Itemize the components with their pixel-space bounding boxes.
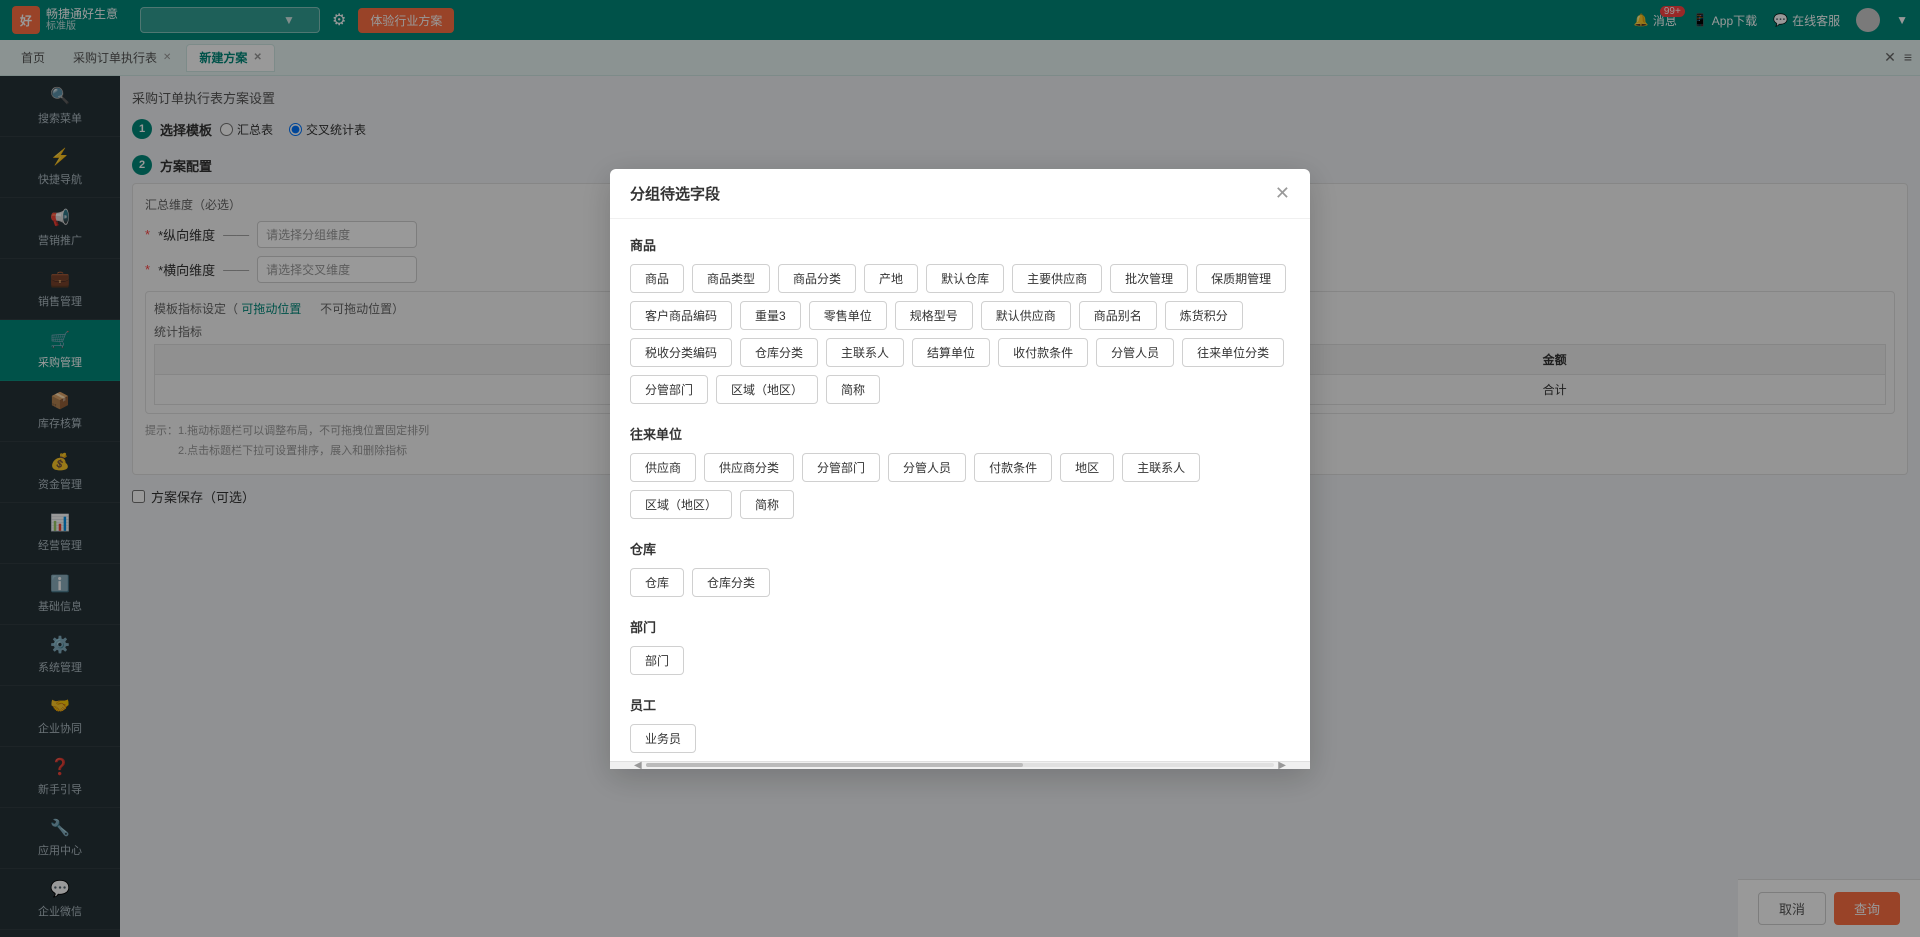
field-tag-0-21[interactable]: 往来单位分类 xyxy=(1182,338,1284,367)
field-tags-2: 仓库仓库分类 xyxy=(630,568,1290,597)
field-tag-0-8[interactable]: 客户商品编码 xyxy=(630,301,732,330)
field-tag-0-19[interactable]: 收付款条件 xyxy=(998,338,1088,367)
field-tag-0-16[interactable]: 仓库分类 xyxy=(740,338,818,367)
modal-section-title-0: 商品 xyxy=(630,235,1290,254)
field-tag-0-1[interactable]: 商品类型 xyxy=(692,264,770,293)
modal-section-title-2: 仓库 xyxy=(630,539,1290,558)
scroll-left-arrow[interactable]: ◀ xyxy=(630,760,646,771)
field-tag-0-18[interactable]: 结算单位 xyxy=(912,338,990,367)
field-tag-0-17[interactable]: 主联系人 xyxy=(826,338,904,367)
modal-close-button[interactable]: ✕ xyxy=(1275,183,1290,204)
field-tag-1-6[interactable]: 主联系人 xyxy=(1122,453,1200,482)
modal-section-3: 部门部门 xyxy=(630,617,1290,675)
modal-dialog: 分组待选字段 ✕ 商品商品商品类型商品分类产地默认仓库主要供应商批次管理保质期管… xyxy=(610,169,1310,769)
modal-bottom-scrollbar[interactable]: ◀ ▶ xyxy=(610,761,1310,769)
field-tags-4: 业务员 xyxy=(630,724,1290,753)
scroll-right-arrow[interactable]: ▶ xyxy=(1274,760,1290,771)
field-tag-4-0[interactable]: 业务员 xyxy=(630,724,696,753)
field-tag-1-0[interactable]: 供应商 xyxy=(630,453,696,482)
field-tags-3: 部门 xyxy=(630,646,1290,675)
field-tag-3-0[interactable]: 部门 xyxy=(630,646,684,675)
modal-section-2: 仓库仓库仓库分类 xyxy=(630,539,1290,597)
field-tag-1-3[interactable]: 分管人员 xyxy=(888,453,966,482)
modal-body: 商品商品商品类型商品分类产地默认仓库主要供应商批次管理保质期管理客户商品编码重量… xyxy=(610,219,1310,761)
field-tag-0-24[interactable]: 简称 xyxy=(826,375,880,404)
field-tag-0-20[interactable]: 分管人员 xyxy=(1096,338,1174,367)
field-tag-0-2[interactable]: 商品分类 xyxy=(778,264,856,293)
field-tag-1-2[interactable]: 分管部门 xyxy=(802,453,880,482)
field-tag-0-23[interactable]: 区域（地区） xyxy=(716,375,818,404)
field-tag-0-22[interactable]: 分管部门 xyxy=(630,375,708,404)
field-tag-2-1[interactable]: 仓库分类 xyxy=(692,568,770,597)
field-tag-0-5[interactable]: 主要供应商 xyxy=(1012,264,1102,293)
modal-overlay: 分组待选字段 ✕ 商品商品商品类型商品分类产地默认仓库主要供应商批次管理保质期管… xyxy=(0,0,1920,937)
field-tag-1-8[interactable]: 简称 xyxy=(740,490,794,519)
field-tag-0-9[interactable]: 重量3 xyxy=(740,301,801,330)
modal-section-0: 商品商品商品类型商品分类产地默认仓库主要供应商批次管理保质期管理客户商品编码重量… xyxy=(630,235,1290,404)
field-tag-0-0[interactable]: 商品 xyxy=(630,264,684,293)
field-tag-1-4[interactable]: 付款条件 xyxy=(974,453,1052,482)
modal-section-title-1: 往来单位 xyxy=(630,424,1290,443)
field-tag-1-7[interactable]: 区域（地区） xyxy=(630,490,732,519)
field-tag-0-12[interactable]: 默认供应商 xyxy=(981,301,1071,330)
field-tag-2-0[interactable]: 仓库 xyxy=(630,568,684,597)
modal-section-1: 往来单位供应商供应商分类分管部门分管人员付款条件地区主联系人区域（地区） 简称 xyxy=(630,424,1290,519)
field-tag-0-11[interactable]: 规格型号 xyxy=(895,301,973,330)
field-tag-1-1[interactable]: 供应商分类 xyxy=(704,453,794,482)
modal-section-title-3: 部门 xyxy=(630,617,1290,636)
field-tag-0-4[interactable]: 默认仓库 xyxy=(926,264,1004,293)
field-tags-0: 商品商品类型商品分类产地默认仓库主要供应商批次管理保质期管理客户商品编码重量3 零… xyxy=(630,264,1290,404)
scroll-track xyxy=(646,763,1275,767)
scroll-thumb xyxy=(646,763,1023,767)
field-tag-0-6[interactable]: 批次管理 xyxy=(1110,264,1188,293)
field-tag-1-5[interactable]: 地区 xyxy=(1060,453,1114,482)
field-tag-0-3[interactable]: 产地 xyxy=(864,264,918,293)
field-tag-0-13[interactable]: 商品别名 xyxy=(1079,301,1157,330)
field-tag-0-7[interactable]: 保质期管理 xyxy=(1196,264,1286,293)
modal-title: 分组待选字段 xyxy=(630,183,720,204)
modal-section-4: 员工业务员 xyxy=(630,695,1290,753)
modal-section-title-4: 员工 xyxy=(630,695,1290,714)
field-tag-0-10[interactable]: 零售单位 xyxy=(809,301,887,330)
modal-header: 分组待选字段 ✕ xyxy=(610,169,1310,219)
field-tag-0-15[interactable]: 税收分类编码 xyxy=(630,338,732,367)
field-tags-1: 供应商供应商分类分管部门分管人员付款条件地区主联系人区域（地区） 简称 xyxy=(630,453,1290,519)
field-tag-0-14[interactable]: 炼货积分 xyxy=(1165,301,1243,330)
